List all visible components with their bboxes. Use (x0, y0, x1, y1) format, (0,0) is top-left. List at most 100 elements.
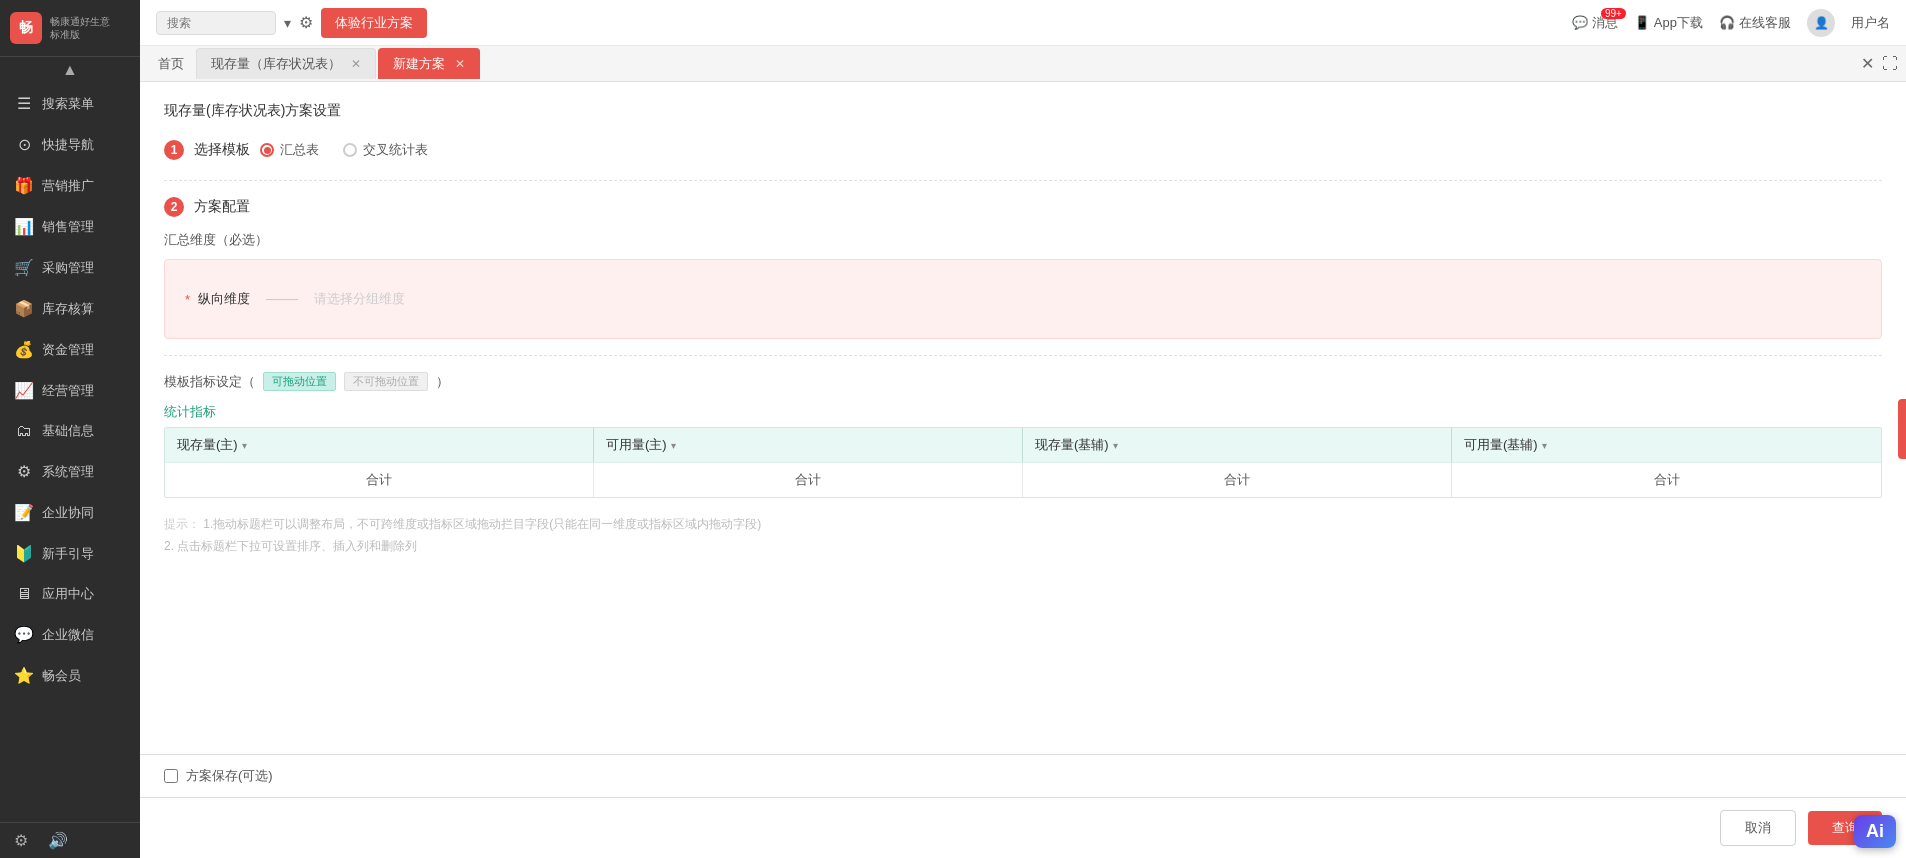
cell-available-aux-sum: 合计 (1452, 463, 1881, 497)
customer-service-button[interactable]: 🎧 在线客服 (1719, 14, 1791, 32)
main-area: ▾ ⚙ 体验行业方案 💬 消息 99+ 📱 App下载 🎧 在线客服 👤 用户名 (140, 0, 1906, 858)
settings-icon[interactable]: ⚙ (14, 831, 28, 850)
sidebar-item-4[interactable]: 🛒采购管理 (0, 247, 140, 288)
cancel-button[interactable]: 取消 (1720, 810, 1796, 846)
message-icon: 💬 (1572, 15, 1588, 30)
stats-table: 现存量(主) ▾ 可用量(主) ▾ 现存量(基辅) ▾ 可用量(基辅) (164, 427, 1882, 498)
message-badge: 99+ (1601, 8, 1626, 19)
sidebar-item-7[interactable]: 📈经营管理 (0, 370, 140, 411)
dimension-area[interactable]: * 纵向维度 —— 请选择分组维度 (164, 259, 1882, 339)
inventory-tab-label: 现存量（库存状况表） (211, 55, 341, 73)
action-buttons: 取消 查询 (140, 797, 1906, 858)
header-current-aux[interactable]: 现存量(基辅) ▾ (1023, 428, 1452, 462)
inventory-tab-close[interactable]: ✕ (351, 57, 361, 71)
ai-badge[interactable]: Ai (1854, 815, 1896, 848)
sidebar-item-2[interactable]: 🎁营销推广 (0, 165, 140, 206)
close-window-button[interactable]: ✕ (1861, 54, 1874, 73)
sidebar-scroll-up[interactable]: ▲ (0, 57, 140, 83)
sidebar-bottom: ⚙ 🔊 (0, 822, 140, 858)
sidebar-icon-14: ⭐ (14, 666, 34, 685)
sidebar-icon-8: 🗂 (14, 422, 34, 440)
radio-cross-circle (343, 143, 357, 157)
right-edge-handle[interactable] (1898, 399, 1906, 459)
sidebar-icon-6: 💰 (14, 340, 34, 359)
message-button[interactable]: 💬 消息 99+ (1572, 14, 1618, 32)
hint-text-1: 提示： 1.拖动标题栏可以调整布局，不可跨维度或指标区域拖动拦目字段(只能在同一… (164, 514, 1882, 536)
bottom-bar: 方案保存(可选) (140, 754, 1906, 797)
radio-summary-table[interactable]: 汇总表 (260, 141, 319, 159)
sidebar-icon-11: 🔰 (14, 544, 34, 563)
settings-button[interactable]: ⚙ (299, 13, 313, 32)
dropdown-button[interactable]: ▾ (284, 15, 291, 31)
draggable-tag: 可拖动位置 (263, 372, 336, 391)
chevron-down-icon: ▾ (242, 440, 247, 451)
sidebar-item-5[interactable]: 📦库存核算 (0, 288, 140, 329)
sidebar-icon-9: ⚙ (14, 462, 34, 481)
new-plan-tab-close[interactable]: ✕ (455, 57, 465, 71)
tabbar: 首页 现存量（库存状况表） ✕ 新建方案 ✕ ✕ ⛶ (140, 46, 1906, 82)
section-config: 2 方案配置 汇总维度（必选） * 纵向维度 —— 请选择分组维度 (164, 197, 1882, 557)
sidebar-item-8[interactable]: 🗂基础信息 (0, 411, 140, 451)
section-divider-2 (164, 355, 1882, 356)
tab-inventory[interactable]: 现存量（库存状况表） ✕ (196, 48, 376, 79)
sidebar-icon-0: ☰ (14, 94, 34, 113)
section-template: 1 选择模板 汇总表 交叉统计表 (164, 140, 1882, 160)
trial-button[interactable]: 体验行业方案 (321, 8, 427, 38)
tab-new-plan[interactable]: 新建方案 ✕ (378, 48, 480, 79)
section1-header: 1 选择模板 汇总表 交叉统计表 (164, 140, 1882, 160)
sidebar-item-3[interactable]: 📊销售管理 (0, 206, 140, 247)
home-tab-label: 首页 (158, 55, 184, 73)
summary-dim-label: 汇总维度（必选） (164, 231, 1882, 249)
indicator-settings: 模板指标设定（ 可拖动位置 不可拖动位置 ） (164, 372, 1882, 391)
sidebar-item-6[interactable]: 💰资金管理 (0, 329, 140, 370)
sidebar-item-10[interactable]: 📝企业协同 (0, 492, 140, 533)
cell-current-main-sum: 合计 (165, 463, 594, 497)
sidebar: 畅 畅康通好生意 标准版 ▲ ☰搜索菜单⊙快捷导航🎁营销推广📊销售管理🛒采购管理… (0, 0, 140, 858)
sidebar-icon-12: 🖥 (14, 585, 34, 603)
sidebar-icon-10: 📝 (14, 503, 34, 522)
header-current-main[interactable]: 现存量(主) ▾ (165, 428, 594, 462)
search-input[interactable] (156, 11, 276, 35)
user-avatar[interactable]: 👤 (1807, 9, 1835, 37)
section2-number: 2 (164, 197, 184, 217)
radio-summary-label: 汇总表 (280, 141, 319, 159)
sidebar-item-1[interactable]: ⊙快捷导航 (0, 124, 140, 165)
dim-select-hint: 请选择分组维度 (314, 290, 405, 308)
topbar-left: ▾ ⚙ 体验行业方案 (156, 8, 427, 38)
sidebar-icon-5: 📦 (14, 299, 34, 318)
sidebar-item-12[interactable]: 🖥应用中心 (0, 574, 140, 614)
chevron-down-icon: ▾ (1542, 440, 1547, 451)
cell-current-aux-sum: 合计 (1023, 463, 1452, 497)
app-name: 畅康通好生意 标准版 (50, 15, 110, 41)
sidebar-item-9[interactable]: ⚙系统管理 (0, 451, 140, 492)
cell-available-main-sum: 合计 (594, 463, 1023, 497)
save-checkbox[interactable] (164, 769, 178, 783)
app-download-button[interactable]: 📱 App下载 (1634, 14, 1703, 32)
table-row: 合计 合计 合计 合计 (165, 462, 1881, 497)
username-label[interactable]: 用户名 (1851, 14, 1890, 32)
sidebar-item-11[interactable]: 🔰新手引导 (0, 533, 140, 574)
content-area: 现存量(库存状况表)方案设置 1 选择模板 汇总表 交叉统计表 (140, 82, 1906, 754)
header-available-aux[interactable]: 可用量(基辅) ▾ (1452, 428, 1881, 462)
sidebar-nav: ☰搜索菜单⊙快捷导航🎁营销推广📊销售管理🛒采购管理📦库存核算💰资金管理📈经营管理… (0, 83, 140, 822)
sidebar-item-0[interactable]: ☰搜索菜单 (0, 83, 140, 124)
topbar-right: 💬 消息 99+ 📱 App下载 🎧 在线客服 👤 用户名 (1572, 9, 1890, 37)
expand-window-button[interactable]: ⛶ (1882, 55, 1898, 73)
dim-name: 纵向维度 (198, 290, 250, 308)
radio-cross-table[interactable]: 交叉统计表 (343, 141, 428, 159)
header-available-main[interactable]: 可用量(主) ▾ (594, 428, 1023, 462)
stats-table-header: 现存量(主) ▾ 可用量(主) ▾ 现存量(基辅) ▾ 可用量(基辅) (165, 428, 1881, 462)
tab-home[interactable]: 首页 (148, 49, 194, 79)
section1-number: 1 (164, 140, 184, 160)
indicator-settings-label: 模板指标设定（ 可拖动位置 不可拖动位置 ） (164, 372, 1882, 391)
hint-area: 提示： 1.拖动标题栏可以调整布局，不可跨维度或指标区域拖动拦目字段(只能在同一… (164, 514, 1882, 557)
sound-icon[interactable]: 🔊 (48, 831, 68, 850)
sidebar-item-14[interactable]: ⭐畅会员 (0, 655, 140, 696)
sidebar-logo: 畅 畅康通好生意 标准版 (0, 0, 140, 57)
dim-dash: —— (266, 290, 298, 308)
sidebar-item-13[interactable]: 💬企业微信 (0, 614, 140, 655)
required-star: * (185, 292, 190, 307)
app-logo-icon: 畅 (10, 12, 42, 44)
non-draggable-tag: 不可拖动位置 (344, 372, 428, 391)
chevron-down-icon: ▾ (671, 440, 676, 451)
